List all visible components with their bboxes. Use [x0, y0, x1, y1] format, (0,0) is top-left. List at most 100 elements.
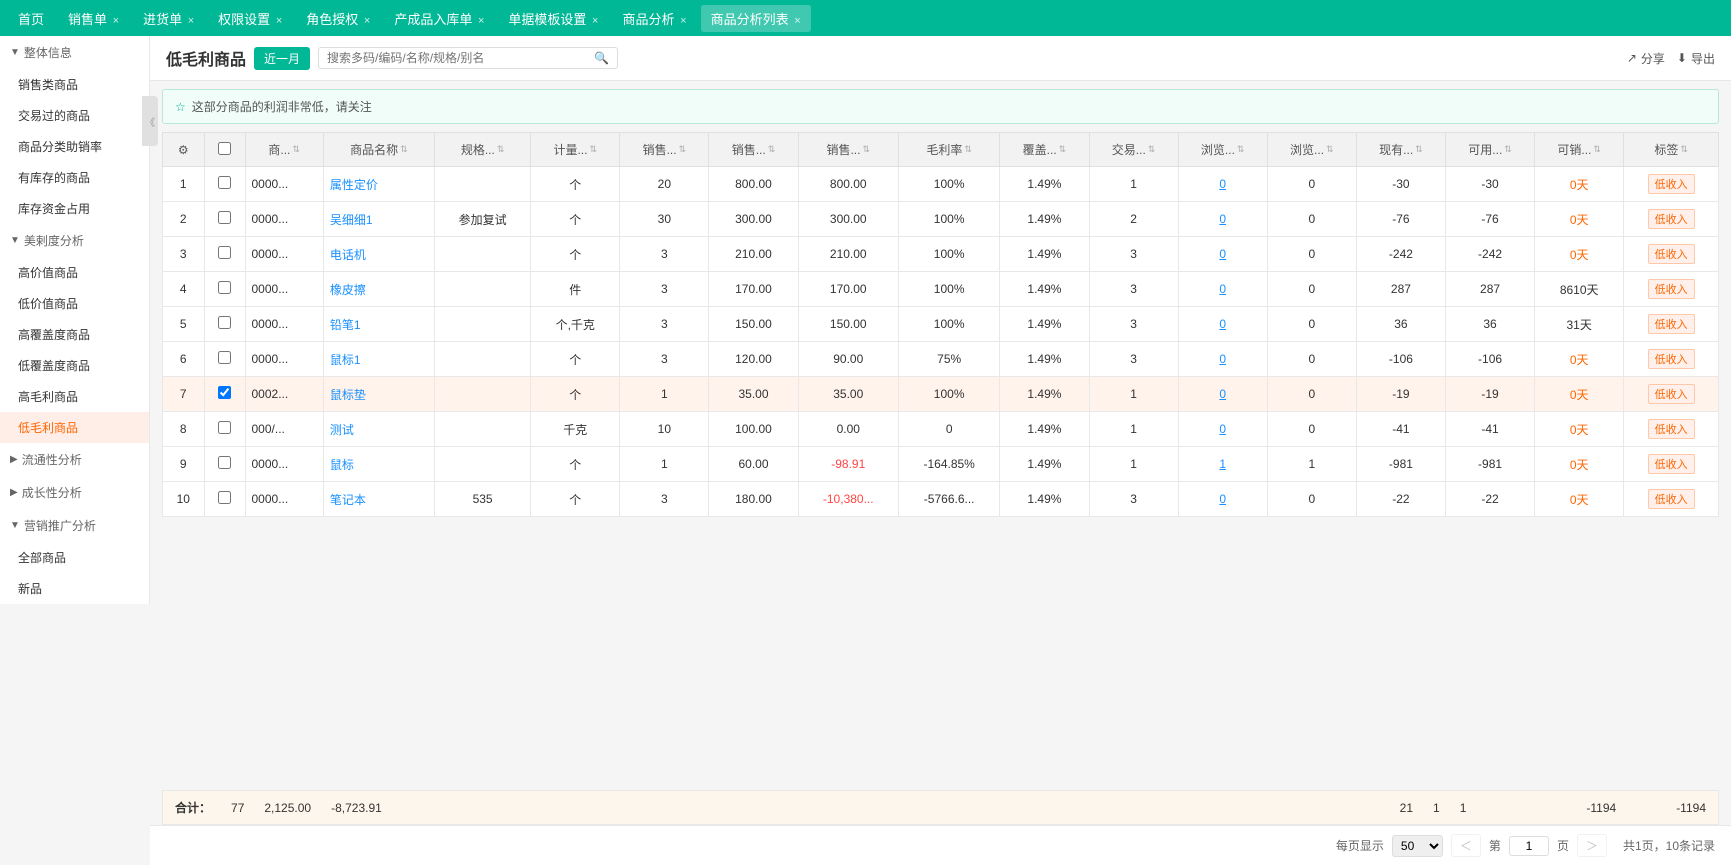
- sidebar-group-overall[interactable]: ▼ 整体信息: [0, 36, 149, 69]
- nav-close-analysis[interactable]: ×: [680, 15, 686, 27]
- nav-close-list[interactable]: ×: [794, 15, 800, 27]
- th-sales-price[interactable]: 销售...⇅: [709, 133, 798, 167]
- nav-permission[interactable]: 权限设置 ×: [208, 5, 292, 32]
- sidebar-item-all-goods[interactable]: 全部商品: [0, 542, 149, 573]
- nav-role[interactable]: 角色授权 ×: [296, 5, 380, 32]
- cell-check-0[interactable]: [204, 167, 245, 202]
- nav-product-analysis[interactable]: 商品分析 ×: [612, 5, 696, 32]
- prev-page-button[interactable]: ＜: [1451, 834, 1481, 857]
- th-spec[interactable]: 规格...⇅: [435, 133, 531, 167]
- cell-browse1-6[interactable]: 0: [1178, 377, 1267, 412]
- cell-check-5[interactable]: [204, 342, 245, 377]
- nav-home[interactable]: 首页: [8, 5, 54, 32]
- row-checkbox-5[interactable]: [218, 351, 231, 364]
- row-checkbox-0[interactable]: [218, 176, 231, 189]
- nav-close-template[interactable]: ×: [592, 15, 598, 27]
- cell-check-3[interactable]: [204, 272, 245, 307]
- cell-name-0[interactable]: 属性定价: [323, 167, 434, 202]
- page-size-select[interactable]: 50 20 100: [1392, 835, 1443, 857]
- search-input[interactable]: [327, 51, 594, 65]
- th-current[interactable]: 现有...⇅: [1356, 133, 1445, 167]
- cell-name-9[interactable]: 笔记本: [323, 482, 434, 517]
- row-checkbox-8[interactable]: [218, 456, 231, 469]
- sidebar-item-sales-goods[interactable]: 销售类商品: [0, 69, 149, 100]
- cell-browse1-5[interactable]: 0: [1178, 342, 1267, 377]
- nav-sales[interactable]: 销售单 ×: [58, 5, 129, 32]
- sidebar-collapse-button[interactable]: 《: [142, 96, 158, 146]
- th-settings[interactable]: ⚙: [163, 133, 205, 167]
- share-button[interactable]: ↗ 分享: [1627, 50, 1665, 67]
- sidebar-item-new-goods[interactable]: 新品: [0, 573, 149, 604]
- th-sales-qty[interactable]: 销售...⇅: [620, 133, 709, 167]
- cell-name-3[interactable]: 橡皮擦: [323, 272, 434, 307]
- sidebar-group-marketing[interactable]: ▼ 营销推广分析: [0, 509, 149, 542]
- sidebar-group-appeal[interactable]: ▼ 美剌度分析: [0, 224, 149, 257]
- th-unit[interactable]: 计量...⇅: [531, 133, 620, 167]
- cell-browse1-4[interactable]: 0: [1178, 307, 1267, 342]
- sidebar-item-traded-goods[interactable]: 交易过的商品: [0, 100, 149, 131]
- nav-close-permission[interactable]: ×: [276, 15, 282, 27]
- row-checkbox-7[interactable]: [218, 421, 231, 434]
- search-box[interactable]: 🔍: [318, 47, 618, 69]
- cell-name-2[interactable]: 电话机: [323, 237, 434, 272]
- sidebar-item-high-value[interactable]: 高价值商品: [0, 257, 149, 288]
- sidebar-item-high-margin[interactable]: 高毛利商品: [0, 381, 149, 412]
- nav-product-entry[interactable]: 产成品入库单 ×: [384, 5, 494, 32]
- cell-name-4[interactable]: 铅笔1: [323, 307, 434, 342]
- th-available[interactable]: 可用...⇅: [1446, 133, 1535, 167]
- cell-name-8[interactable]: 鼠标: [323, 447, 434, 482]
- sidebar-item-low-value[interactable]: 低价值商品: [0, 288, 149, 319]
- sidebar-group-growth[interactable]: ▶ 成长性分析: [0, 476, 149, 509]
- nav-close-product[interactable]: ×: [478, 15, 484, 27]
- page-input[interactable]: [1509, 836, 1549, 856]
- cell-name-1[interactable]: 吴细细1: [323, 202, 434, 237]
- cell-browse1-1[interactable]: 0: [1178, 202, 1267, 237]
- sidebar-item-stock-goods[interactable]: 有库存的商品: [0, 162, 149, 193]
- cell-check-8[interactable]: [204, 447, 245, 482]
- nav-close-role[interactable]: ×: [364, 15, 370, 27]
- sidebar-item-low-coverage[interactable]: 低覆盖度商品: [0, 350, 149, 381]
- cell-browse1-8[interactable]: 1: [1178, 447, 1267, 482]
- cell-check-1[interactable]: [204, 202, 245, 237]
- nav-template[interactable]: 单据模板设置 ×: [498, 5, 608, 32]
- th-browse2[interactable]: 浏览...⇅: [1267, 133, 1356, 167]
- row-checkbox-9[interactable]: [218, 491, 231, 504]
- th-code[interactable]: 商...⇅: [245, 133, 323, 167]
- th-tag[interactable]: 标签⇅: [1624, 133, 1719, 167]
- cell-check-9[interactable]: [204, 482, 245, 517]
- row-checkbox-6[interactable]: [218, 386, 231, 399]
- cell-browse1-3[interactable]: 0: [1178, 272, 1267, 307]
- sidebar-item-high-coverage[interactable]: 高覆盖度商品: [0, 319, 149, 350]
- cell-check-6[interactable]: [204, 377, 245, 412]
- row-checkbox-1[interactable]: [218, 211, 231, 224]
- cell-browse1-9[interactable]: 0: [1178, 482, 1267, 517]
- th-browse1[interactable]: 浏览...⇅: [1178, 133, 1267, 167]
- th-trade[interactable]: 交易...⇅: [1089, 133, 1178, 167]
- th-checkbox[interactable]: [204, 133, 245, 167]
- nav-analysis-list[interactable]: 商品分析列表 ×: [701, 5, 811, 32]
- sidebar-group-flow[interactable]: ▶ 流通性分析: [0, 443, 149, 476]
- date-filter-button[interactable]: 近一月: [254, 47, 310, 70]
- th-sales-profit[interactable]: 销售...⇅: [798, 133, 898, 167]
- cell-browse1-7[interactable]: 0: [1178, 412, 1267, 447]
- row-checkbox-3[interactable]: [218, 281, 231, 294]
- cell-browse1-2[interactable]: 0: [1178, 237, 1267, 272]
- sidebar-item-low-margin[interactable]: 低毛利商品: [0, 412, 149, 443]
- cell-check-7[interactable]: [204, 412, 245, 447]
- nav-close-sales[interactable]: ×: [113, 15, 119, 27]
- sidebar-item-stock-capital[interactable]: 库存资金占用: [0, 193, 149, 224]
- cell-name-7[interactable]: 测试: [323, 412, 434, 447]
- next-page-button[interactable]: ＞: [1577, 834, 1607, 857]
- select-all-checkbox[interactable]: [218, 142, 231, 155]
- th-coverage[interactable]: 覆盖...⇅: [1000, 133, 1089, 167]
- cell-name-6[interactable]: 鼠标垫: [323, 377, 434, 412]
- nav-purchase[interactable]: 进货单 ×: [133, 5, 204, 32]
- cell-name-5[interactable]: 鼠标1: [323, 342, 434, 377]
- cell-browse1-0[interactable]: 0: [1178, 167, 1267, 202]
- cell-check-2[interactable]: [204, 237, 245, 272]
- sidebar-item-category-rate[interactable]: 商品分类助销率: [0, 131, 149, 162]
- th-name[interactable]: 商品名称⇅: [323, 133, 434, 167]
- cell-check-4[interactable]: [204, 307, 245, 342]
- search-icon[interactable]: 🔍: [594, 51, 609, 65]
- export-button[interactable]: ⬇ 导出: [1677, 50, 1715, 67]
